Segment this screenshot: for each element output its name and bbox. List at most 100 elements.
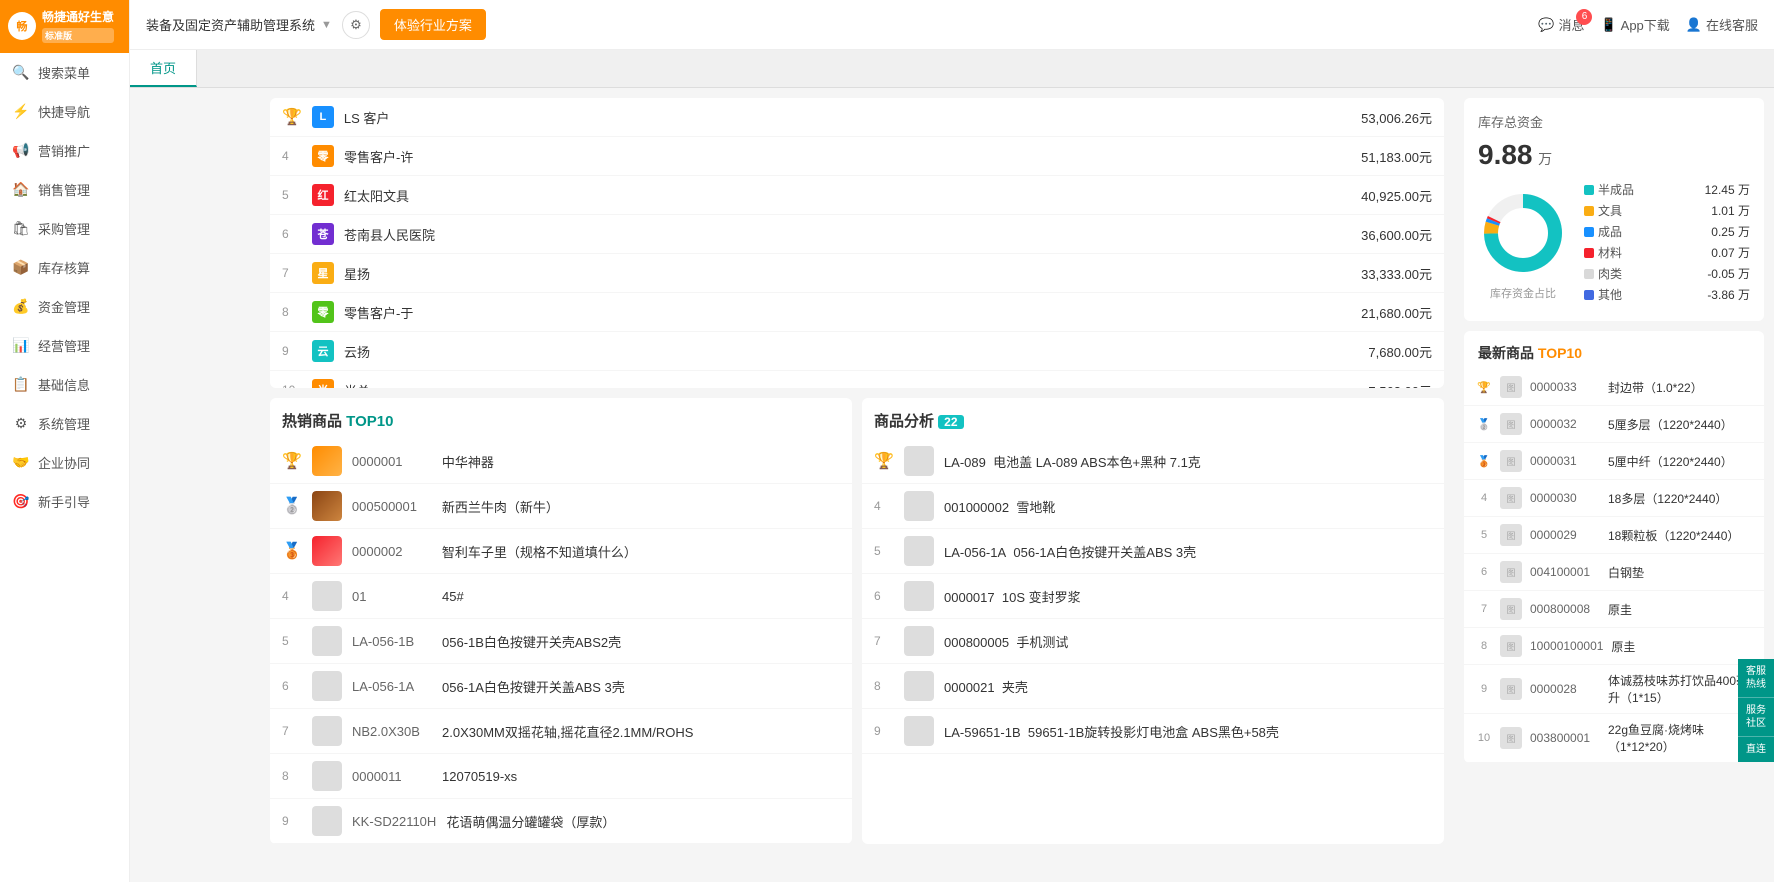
analysis-product-7[interactable]: 9 LA-59651-1B 59651-1B旋转投影灯电池盒 ABS黑色+58壳 xyxy=(862,709,1444,754)
analysis-img-2 xyxy=(904,491,934,521)
np-img-4: 图 xyxy=(1500,487,1522,509)
sidebar-item-basic-info[interactable]: 📋 基础信息 xyxy=(0,365,129,404)
stock-amount: 9.88 万 xyxy=(1478,139,1750,171)
sidebar-item-cooperation[interactable]: 🤝 企业协同 xyxy=(0,443,129,482)
product-img-4 xyxy=(312,581,342,611)
content-center: 🏆 L LS 客户 53,006.26元 4 零 零售客户-许 51,183.0… xyxy=(260,88,1454,882)
customer-rank-4[interactable]: 6 苍 苍南县人民医院 36,600.00元 xyxy=(270,215,1444,254)
customer-rank-7[interactable]: 9 云 云扬 7,680.00元 xyxy=(270,332,1444,371)
message-icon: 💬 xyxy=(1538,17,1554,33)
service-icon: 👤 xyxy=(1686,17,1702,33)
customer-avatar-6: 零 xyxy=(312,301,334,323)
sidebar-item-purchase[interactable]: 🛍 采购管理 xyxy=(0,209,129,248)
system-icon: ⚙ xyxy=(12,415,30,432)
product-analysis-card: 商品分析 22 🏆 LA-089 电池盖 LA-089 ABS本色+黑种 7.1… xyxy=(862,398,1444,844)
message-badge: 6 xyxy=(1576,9,1592,25)
analysis-product-3[interactable]: 5 LA-056-1A 056-1A白色按键开关盖ABS 3壳 xyxy=(862,529,1444,574)
customer-ranking-scroll[interactable]: 🏆 L LS 客户 53,006.26元 4 零 零售客户-许 51,183.0… xyxy=(270,98,1444,388)
new-product-8[interactable]: 8 图 10000100001 原圭 xyxy=(1464,628,1764,665)
hot-product-2[interactable]: 🥈 000500001 新西兰牛肉（新牛） xyxy=(270,484,852,529)
new-product-2[interactable]: 🥈 图 0000032 5厘多层（1220*2440） xyxy=(1464,406,1764,443)
analysis-product-5[interactable]: 7 000800005 手机测试 xyxy=(862,619,1444,664)
product-img-8 xyxy=(312,761,342,791)
sidebar-item-system[interactable]: ⚙ 系统管理 xyxy=(0,404,129,443)
system-selector[interactable]: 装备及固定资产辅助管理系统 ▼ xyxy=(146,15,332,34)
message-button[interactable]: 💬 消息 6 xyxy=(1538,15,1584,34)
customer-rank-1[interactable]: 🏆 L LS 客户 53,006.26元 xyxy=(270,98,1444,137)
legend-item-5: 其他 -3.86 万 xyxy=(1584,286,1750,303)
legend-item-4: 肉类 -0.05 万 xyxy=(1584,265,1750,282)
hot-product-5[interactable]: 5 LA-056-1B 056-1B白色按键开关壳ABS2壳 xyxy=(270,619,852,664)
service-community-btn[interactable]: 服务社区 xyxy=(1738,698,1774,737)
product-img-5 xyxy=(312,626,342,656)
new-product-10[interactable]: 10 图 003800001 22g鱼豆腐·烧烤味（1*12*20） xyxy=(1464,714,1764,763)
silver-medal-icon: 🥈 xyxy=(282,496,302,516)
customer-rank-8[interactable]: 10 肖 肖总 7,563.00元 xyxy=(270,371,1444,388)
customer-avatar-7: 云 xyxy=(312,340,334,362)
donut-chart xyxy=(1478,188,1568,278)
topbar-right: 💬 消息 6 📱 App下载 👤 在线客服 xyxy=(1538,15,1758,34)
np-img-1: 图 xyxy=(1500,376,1522,398)
hot-product-1[interactable]: 🏆 0000001 中华神器 xyxy=(270,439,852,484)
guide-icon: 🎯 xyxy=(12,493,30,510)
sidebar-item-search[interactable]: 🔍 搜索菜单 xyxy=(0,53,129,92)
customer-rank-6[interactable]: 8 零 零售客户-于 21,680.00元 xyxy=(270,293,1444,332)
chevron-down-icon: ▼ xyxy=(321,19,332,31)
analysis-product-6[interactable]: 8 0000021 夹壳 xyxy=(862,664,1444,709)
sidebar-item-inventory[interactable]: 📦 库存核算 xyxy=(0,248,129,287)
app-download-button[interactable]: 📱 App下载 xyxy=(1600,15,1669,34)
hot-product-4[interactable]: 4 01 45# xyxy=(270,574,852,619)
product-img-6 xyxy=(312,671,342,701)
experience-button[interactable]: 体验行业方案 xyxy=(380,9,486,40)
gold-medal-icon: 🏆 xyxy=(282,451,302,471)
hot-product-8[interactable]: 8 0000011 12070519-xs xyxy=(270,754,852,799)
customer-rank-3[interactable]: 5 红 红太阳文具 40,925.00元 xyxy=(270,176,1444,215)
direct-connect-btn[interactable]: 直连 xyxy=(1738,737,1774,762)
sidebar-item-operation[interactable]: 📊 经营管理 xyxy=(0,326,129,365)
hot-product-9[interactable]: 9 KK-SD22110H 花语萌偶温分罐罐袋（厚款） xyxy=(270,799,852,844)
settings-button[interactable]: ⚙ xyxy=(342,11,370,39)
sidebar-item-guide[interactable]: 🎯 新手引导 xyxy=(0,482,129,521)
analysis-product-2[interactable]: 4 001000002 雪地靴 xyxy=(862,484,1444,529)
online-service-button[interactable]: 👤 在线客服 xyxy=(1686,15,1758,34)
sidebar-item-marketing[interactable]: 📢 营销推广 xyxy=(0,131,129,170)
new-product-4[interactable]: 4 图 0000030 18多层（1220*2440） xyxy=(1464,480,1764,517)
legend-item-0: 半成品 12.45 万 xyxy=(1584,181,1750,198)
customer-avatar-4: 苍 xyxy=(312,223,334,245)
hot-product-6[interactable]: 6 LA-056-1A 056-1A白色按键开关盖ABS 3壳 xyxy=(270,664,852,709)
logo-badge: 标准版 xyxy=(42,28,114,43)
analysis-img-4 xyxy=(904,581,934,611)
legend-dot-4 xyxy=(1584,269,1594,279)
logo-icon: 畅 xyxy=(8,12,36,40)
analysis-product-4[interactable]: 6 0000017 10S 变封罗浆 xyxy=(862,574,1444,619)
sidebar-logo: 畅 畅捷通好生意 标准版 xyxy=(0,0,129,53)
product-img-2 xyxy=(312,491,342,521)
content-left-spacer xyxy=(130,88,260,882)
tab-home[interactable]: 首页 xyxy=(130,50,197,87)
nav-icon: ⚡ xyxy=(12,103,30,120)
new-product-7[interactable]: 7 图 000800008 原圭 xyxy=(1464,591,1764,628)
customer-rank-5[interactable]: 7 星 星扬 33,333.00元 xyxy=(270,254,1444,293)
hot-product-3[interactable]: 🥉 0000002 智利车子里（规格不知道填什么） xyxy=(270,529,852,574)
sidebar-item-sales[interactable]: 🏠 销售管理 xyxy=(0,170,129,209)
new-product-3[interactable]: 🥉 图 0000031 5厘中纤（1220*2440） xyxy=(1464,443,1764,480)
new-product-1[interactable]: 🏆 图 0000033 封边带（1.0*22） xyxy=(1464,369,1764,406)
np-img-9: 图 xyxy=(1500,678,1522,700)
new-product-6[interactable]: 6 图 004100001 白钢垫 xyxy=(1464,554,1764,591)
new-product-9[interactable]: 9 图 0000028 体诚荔枝味苏打饮品400毫升（1*15） xyxy=(1464,665,1764,714)
main-area: 装备及固定资产辅助管理系统 ▼ ⚙ 体验行业方案 💬 消息 6 📱 App下载 … xyxy=(130,0,1774,882)
product-img-3 xyxy=(312,536,342,566)
sidebar: 畅 畅捷通好生意 标准版 🔍 搜索菜单 ⚡ 快捷导航 📢 营销推广 🏠 销售管理… xyxy=(0,0,130,882)
legend-item-1: 文具 1.01 万 xyxy=(1584,202,1750,219)
new-product-5[interactable]: 5 图 0000029 18颗粒板（1220*2440） xyxy=(1464,517,1764,554)
sidebar-item-quick-nav[interactable]: ⚡ 快捷导航 xyxy=(0,92,129,131)
legend-dot-5 xyxy=(1584,290,1594,300)
customer-rank-2[interactable]: 4 零 零售客户-许 51,183.00元 xyxy=(270,137,1444,176)
hot-product-7[interactable]: 7 NB2.0X30B 2.0X30MM双摇花轴,摇花直径2.1MM/ROHS xyxy=(270,709,852,754)
customer-service-btn[interactable]: 客服热线 xyxy=(1738,659,1774,698)
phone-icon: 📱 xyxy=(1600,17,1616,33)
np-img-6: 图 xyxy=(1500,561,1522,583)
analysis-product-1[interactable]: 🏆 LA-089 电池盖 LA-089 ABS本色+黑种 7.1克 xyxy=(862,439,1444,484)
customer-avatar-5: 星 xyxy=(312,262,334,284)
sidebar-item-finance[interactable]: 💰 资金管理 xyxy=(0,287,129,326)
